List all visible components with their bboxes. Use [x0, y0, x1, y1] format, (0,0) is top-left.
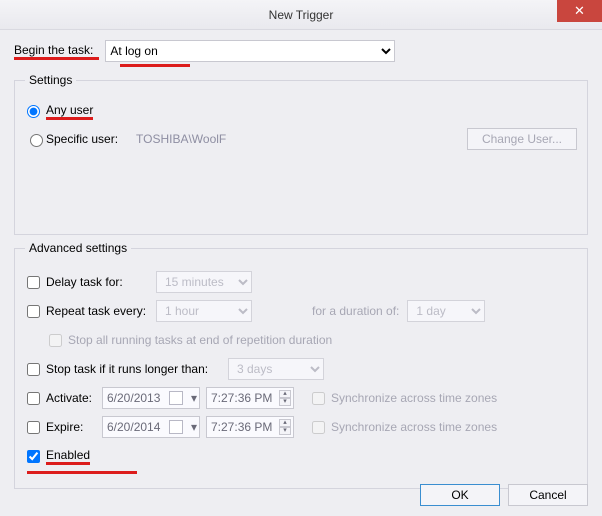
date-picker-icon [169, 391, 183, 405]
close-button[interactable]: ✕ [557, 0, 602, 22]
chevron-down-icon: ▾ [191, 420, 197, 434]
spinner-up-icon: ▴ [279, 390, 291, 398]
expire-sync-label: Synchronize across time zones [331, 420, 497, 434]
stop-if-longer-select[interactable]: 3 days [228, 358, 324, 380]
specific-user-radio[interactable] [30, 134, 43, 147]
chevron-down-icon: ▾ [191, 391, 197, 405]
enabled-label: Enabled [46, 448, 90, 462]
window-title: New Trigger [0, 8, 602, 22]
highlight-underline [27, 471, 137, 474]
activate-sync-checkbox[interactable] [312, 392, 325, 405]
activate-time-value: 7:27:36 PM [211, 391, 272, 405]
advanced-settings-group: Advanced settings Delay task for: 15 min… [14, 241, 588, 489]
expire-label: Expire: [46, 420, 102, 434]
specific-user-label: Specific user: [46, 132, 136, 146]
activate-time-field[interactable]: 7:27:36 PM ▴ ▾ [206, 387, 294, 409]
activate-label: Activate: [46, 391, 102, 405]
repeat-duration-label: for a duration of: [312, 304, 399, 318]
close-icon: ✕ [574, 3, 585, 19]
repeat-duration-select[interactable]: 1 day [407, 300, 485, 322]
spinner-down-icon: ▾ [279, 427, 291, 435]
begin-task-select[interactable]: At log on [105, 40, 395, 62]
activate-date-field[interactable]: 6/20/2013 ▾ [102, 387, 200, 409]
titlebar: New Trigger ✕ [0, 0, 602, 30]
time-spinner[interactable]: ▴ ▾ [279, 390, 291, 406]
delay-select[interactable]: 15 minutes [156, 271, 252, 293]
activate-checkbox[interactable] [27, 392, 40, 405]
dialog-content: Begin the task: At log on Settings Any u… [0, 30, 602, 503]
repeat-checkbox[interactable] [27, 305, 40, 318]
date-picker-icon [169, 420, 183, 434]
enabled-checkbox[interactable] [27, 450, 40, 463]
specific-user-value: TOSHIBA\WoolF [136, 132, 467, 146]
cancel-button[interactable]: Cancel [508, 484, 588, 506]
change-user-button[interactable]: Change User... [467, 128, 577, 150]
delay-label: Delay task for: [46, 275, 156, 289]
expire-time-value: 7:27:36 PM [211, 420, 272, 434]
expire-date-field[interactable]: 6/20/2014 ▾ [102, 416, 200, 438]
stop-if-longer-checkbox[interactable] [27, 363, 40, 376]
ok-button[interactable]: OK [420, 484, 500, 506]
repeat-label: Repeat task every: [46, 304, 156, 318]
stop-at-end-checkbox[interactable] [49, 334, 62, 347]
settings-group: Settings Any user Specific user: TOSHIBA… [14, 73, 588, 235]
spinner-up-icon: ▴ [279, 419, 291, 427]
repeat-select[interactable]: 1 hour [156, 300, 252, 322]
activate-date-value: 6/20/2013 [107, 391, 160, 405]
expire-sync-checkbox[interactable] [312, 421, 325, 434]
delay-checkbox[interactable] [27, 276, 40, 289]
begin-task-label: Begin the task: [14, 43, 93, 57]
expire-date-value: 6/20/2014 [107, 420, 160, 434]
spinner-down-icon: ▾ [279, 398, 291, 406]
dialog-footer: OK Cancel [420, 484, 588, 506]
any-user-label: Any user [46, 103, 93, 117]
highlight-underline [120, 64, 190, 67]
activate-sync-label: Synchronize across time zones [331, 391, 497, 405]
stop-at-end-label: Stop all running tasks at end of repetit… [68, 333, 332, 347]
stop-if-longer-label: Stop task if it runs longer than: [46, 362, 228, 376]
settings-legend: Settings [25, 73, 76, 87]
advanced-legend: Advanced settings [25, 241, 131, 255]
expire-time-field[interactable]: 7:27:36 PM ▴ ▾ [206, 416, 294, 438]
time-spinner[interactable]: ▴ ▾ [279, 419, 291, 435]
any-user-radio[interactable] [27, 105, 40, 118]
expire-checkbox[interactable] [27, 421, 40, 434]
